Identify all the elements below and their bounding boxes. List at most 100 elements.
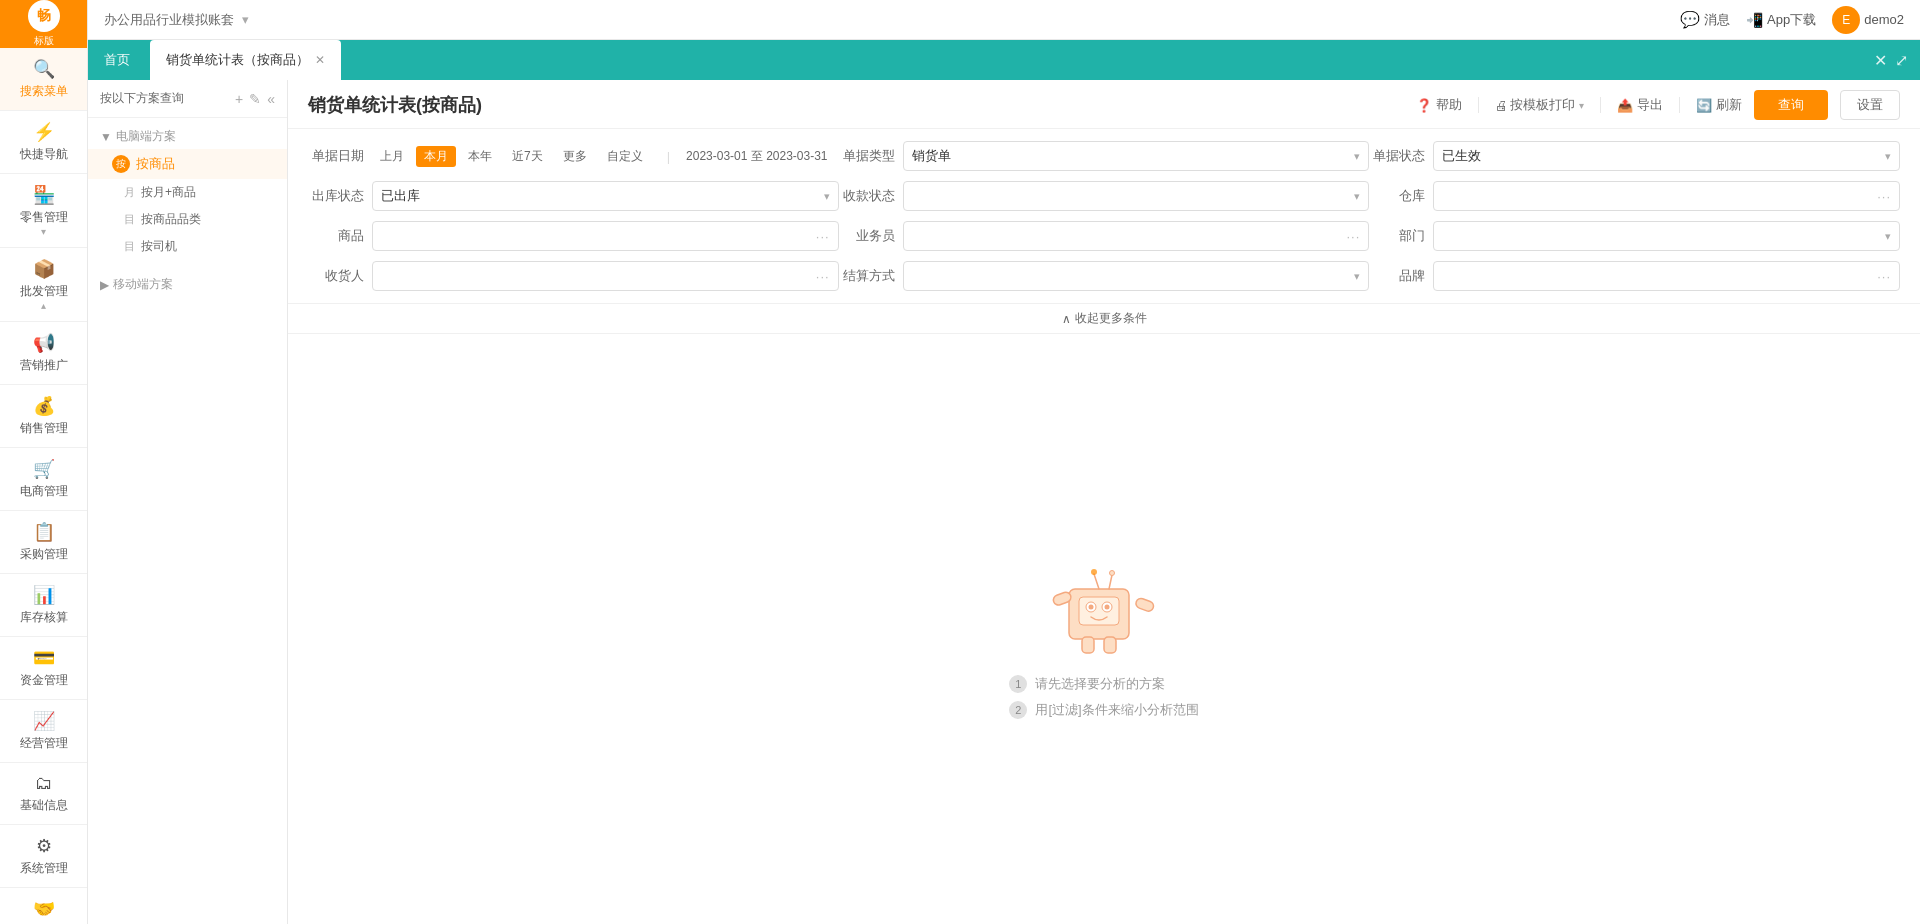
empty-text: 1 请先选择要分析的方案 2 用[过滤]条件来缩小分析范围 (1009, 675, 1198, 719)
sidebar-item-wholesale[interactable]: 📦 批发管理 ▴ (0, 248, 87, 322)
query-btn[interactable]: 查询 (1754, 90, 1828, 120)
product-field-cell: ··· (372, 221, 839, 251)
sidebar-item-purchase[interactable]: 📋 采购管理 (0, 511, 87, 574)
tree-group-mobile-label[interactable]: ▶ 移动端方案 (88, 272, 287, 297)
recipient-label: 收货人 (308, 267, 372, 285)
product-field[interactable]: ··· (372, 221, 839, 251)
sidebar-item-sales[interactable]: 💰 销售管理 (0, 385, 87, 448)
help-icon: ❓ (1416, 98, 1432, 113)
sidebar-item-operation[interactable]: 📈 经营管理 (0, 700, 87, 763)
add-scheme-btn[interactable]: + (235, 91, 243, 107)
tab-sales-stat[interactable]: 销货单统计表（按商品） ✕ (150, 40, 341, 80)
expand-icon: ▴ (41, 300, 46, 311)
sidebar-item-retail[interactable]: 🏪 零售管理 ▾ (0, 174, 87, 248)
dept-field-cell: ▾ (1433, 221, 1900, 251)
help-btn[interactable]: ❓ 帮助 (1416, 96, 1462, 114)
sidebar-item-marketing[interactable]: 📢 营销推广 (0, 322, 87, 385)
tab-sales-stat-label: 销货单统计表（按商品） (166, 51, 309, 69)
product-dots-icon: ··· (816, 229, 830, 244)
settlement-field-cell: ▾ (903, 261, 1370, 291)
divider2 (1600, 97, 1601, 113)
app-download-btn[interactable]: 📲 App下载 (1746, 11, 1816, 29)
message-btn[interactable]: 💬 消息 (1680, 10, 1730, 29)
sidebar-item-ecommerce[interactable]: 🛒 电商管理 (0, 448, 87, 511)
brand-dots-icon: ··· (1877, 269, 1891, 284)
staff-field[interactable]: ··· (903, 221, 1370, 251)
filter-row-3: 商品 ··· 业务员 ··· 部门 (308, 221, 1900, 251)
dept-field[interactable]: ▾ (1433, 221, 1900, 251)
doc-status-field[interactable]: 已生效 ▾ (1433, 141, 1900, 171)
out-status-value: 已出库 (381, 187, 420, 205)
date-btn-more[interactable]: 更多 (555, 146, 595, 167)
sidebar-item-system[interactable]: ⚙ 系统管理 (0, 825, 87, 888)
tab-expand-btn[interactable]: ⤢ (1895, 51, 1908, 70)
tab-close-all-btn[interactable]: ✕ (1874, 51, 1887, 70)
svg-point-7 (1091, 569, 1097, 575)
date-btn-custom[interactable]: 自定义 (599, 146, 651, 167)
date-label: 单据日期 (308, 147, 372, 165)
date-btn-7days[interactable]: 近7天 (504, 146, 551, 167)
refresh-icon: 🔄 (1696, 98, 1712, 113)
recipient-field[interactable]: ··· (372, 261, 839, 291)
tree-group-desktop: ▼ 电脑端方案 按 按商品 月 按月+商品 目 按商品品类 目 按司机 (88, 118, 287, 266)
tree-group-mobile: ▶ 移动端方案 (88, 266, 287, 303)
collapse-filter-bar[interactable]: ∧ 收起更多条件 (288, 304, 1920, 334)
settlement-field[interactable]: ▾ (903, 261, 1370, 291)
refresh-btn[interactable]: 🔄 刷新 (1696, 96, 1742, 114)
message-label: 消息 (1704, 11, 1730, 29)
sidebar: 畅 标版 🔍 搜索菜单 ⚡ 快捷导航 🏪 零售管理 ▾ 📦 批发管理 ▴ 📢 营… (0, 0, 88, 924)
main-area: 办公用品行业模拟账套 ▾ 💬 消息 📲 App下载 E demo2 首页 销货单… (88, 0, 1920, 924)
tree-sub-item-label: 按商品品类 (141, 211, 201, 228)
page-header: 销货单统计表(按商品) ❓ 帮助 🖨 按模板打印 ▾ 📤 (288, 80, 1920, 129)
basic-icon: 🗂 (35, 773, 53, 794)
export-btn[interactable]: 📤 导出 (1617, 96, 1663, 114)
sidebar-item-finance[interactable]: 💳 资金管理 (0, 637, 87, 700)
sidebar-item-basic[interactable]: 🗂 基础信息 (0, 763, 87, 825)
tree-sub-item-by-month-product[interactable]: 月 按月+商品 (88, 179, 287, 206)
print-label: 按模板打印 (1510, 96, 1575, 114)
sidebar-item-label: 库存核算 (20, 609, 68, 626)
user-avatar-btn[interactable]: E demo2 (1832, 6, 1904, 34)
sidebar-item-collab[interactable]: 🤝 企业协同 (0, 888, 87, 924)
collapse-panel-btn[interactable]: « (267, 91, 275, 107)
divider3 (1679, 97, 1680, 113)
tab-home[interactable]: 首页 (88, 40, 146, 80)
edit-scheme-btn[interactable]: ✎ (249, 91, 261, 107)
staff-label: 业务员 (839, 227, 903, 245)
receive-status-field-cell: ▾ (903, 181, 1370, 211)
tree-sub-item-by-product-category[interactable]: 目 按商品品类 (88, 206, 287, 233)
divider1 (1478, 97, 1479, 113)
inventory-icon: 📊 (33, 584, 55, 606)
tree-sub-icon-category: 目 (124, 212, 135, 227)
date-btn-last-month[interactable]: 上月 (372, 146, 412, 167)
date-btn-current-year[interactable]: 本年 (460, 146, 500, 167)
sidebar-item-search[interactable]: 🔍 搜索菜单 (0, 48, 87, 111)
date-btn-current-month[interactable]: 本月 (416, 146, 456, 167)
industry-dropdown-icon[interactable]: ▾ (242, 12, 249, 27)
topbar-industry: 办公用品行业模拟账套 ▾ (104, 11, 249, 29)
export-icon: 📤 (1617, 98, 1633, 113)
sidebar-item-label: 电商管理 (20, 483, 68, 500)
tree-item-by-product[interactable]: 按 按商品 (88, 149, 287, 179)
filter-row-4: 收货人 ··· 结算方式 ▾ 品牌 (308, 261, 1900, 291)
tab-close-icon[interactable]: ✕ (315, 53, 325, 67)
doc-type-field[interactable]: 销货单 ▾ (903, 141, 1370, 171)
out-status-field[interactable]: 已出库 ▾ (372, 181, 839, 211)
print-btn[interactable]: 🖨 按模板打印 ▾ (1495, 96, 1584, 114)
empty-hint-2: 2 用[过滤]条件来缩小分析范围 (1009, 701, 1198, 719)
sidebar-item-inventory[interactable]: 📊 库存核算 (0, 574, 87, 637)
receive-status-field[interactable]: ▾ (903, 181, 1370, 211)
sidebar-item-label: 营销推广 (20, 357, 68, 374)
settings-btn[interactable]: 设置 (1840, 90, 1900, 120)
operation-icon: 📈 (33, 710, 55, 732)
warehouse-field[interactable]: ··· (1433, 181, 1900, 211)
industry-label: 办公用品行业模拟账套 (104, 11, 234, 29)
brand-field[interactable]: ··· (1433, 261, 1900, 291)
sidebar-item-quick-nav[interactable]: ⚡ 快捷导航 (0, 111, 87, 174)
right-panel: 销货单统计表(按商品) ❓ 帮助 🖨 按模板打印 ▾ 📤 (288, 80, 1920, 924)
recipient-field-cell: ··· (372, 261, 839, 291)
doc-type-field-cell: 销货单 ▾ (903, 141, 1370, 171)
tree-group-desktop-label[interactable]: ▼ 电脑端方案 (88, 124, 287, 149)
tree-sub-item-label: 按司机 (141, 238, 177, 255)
tree-sub-item-by-driver[interactable]: 目 按司机 (88, 233, 287, 260)
